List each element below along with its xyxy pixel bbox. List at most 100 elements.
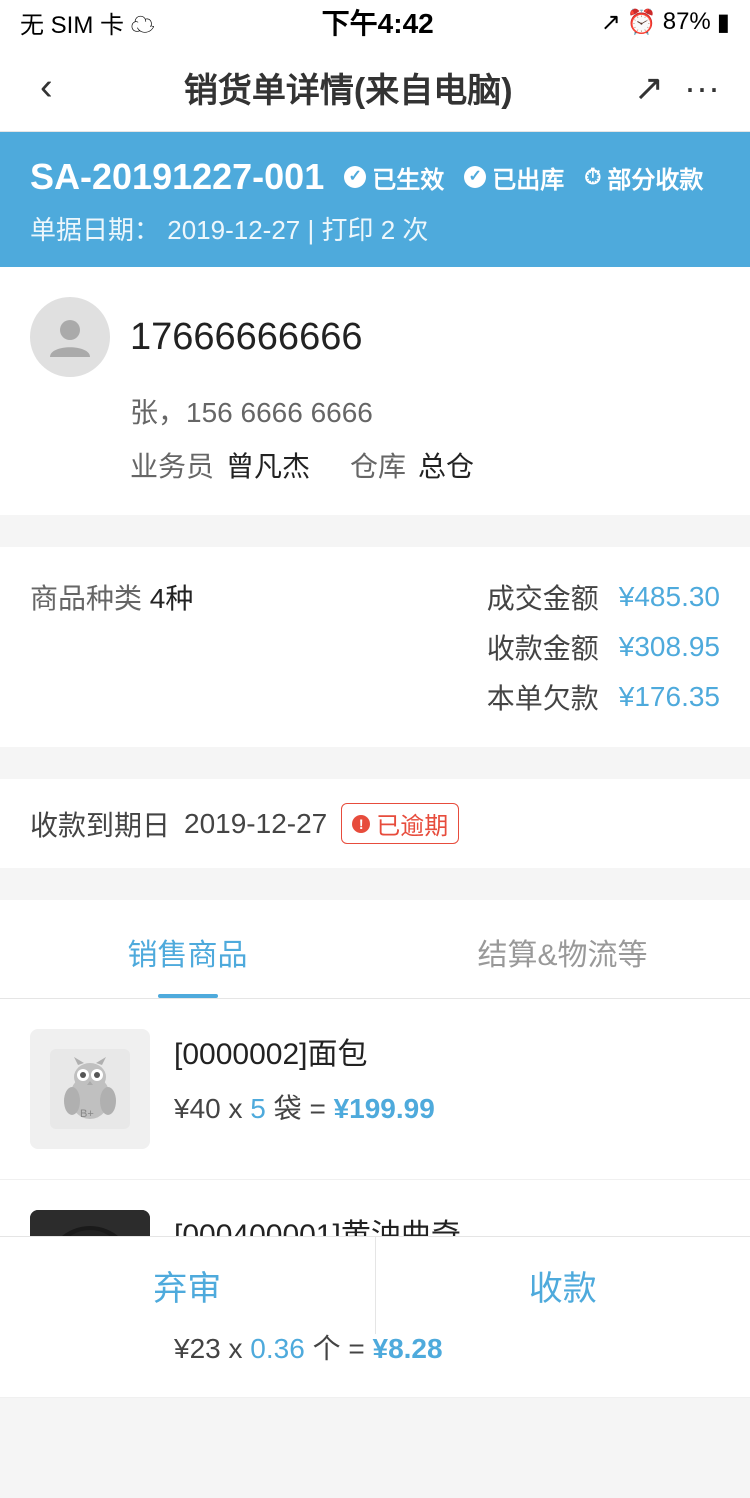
- check-icon-1: ✓: [344, 166, 366, 188]
- order-number-row: SA-20191227-001 ✓ 已生效 ✓ 已出库 ⏱ 部分收款: [30, 156, 720, 198]
- eq-2: =: [348, 1333, 372, 1364]
- clock-icon: ⏱: [584, 164, 601, 190]
- status-left: 无 SIM 卡 ☁: [20, 5, 155, 40]
- order-header: SA-20191227-001 ✓ 已生效 ✓ 已出库 ⏱ 部分收款 单据日期：…: [0, 132, 750, 267]
- owed-amount-row: 本单欠款 ¥176.35: [487, 677, 720, 717]
- product-thumb-1: B+: [30, 1029, 150, 1149]
- deal-amount-value: ¥485.30: [619, 581, 720, 613]
- salesperson-label: 业务员: [130, 445, 214, 485]
- status-shipped: ✓ 已出库: [464, 160, 564, 195]
- cancel-review-button[interactable]: 弃审: [0, 1237, 376, 1334]
- status-bar: 无 SIM 卡 ☁ 下午4:42 ↗ ⏰ 87% ▮: [0, 0, 750, 44]
- price-value-2: ¥23: [174, 1333, 221, 1364]
- status-shipped-label: 已出库: [492, 160, 564, 195]
- warehouse-label: 仓库: [350, 445, 406, 485]
- status-time: 下午4:42: [322, 2, 434, 42]
- salesperson-value: 曾凡杰: [226, 445, 310, 485]
- owed-label: 本单欠款: [487, 677, 599, 717]
- battery-icon: ▮: [717, 8, 730, 37]
- divider-3: [0, 884, 750, 900]
- more-button[interactable]: ···: [684, 67, 720, 109]
- unit-1: 袋: [274, 1093, 302, 1124]
- product-types: 商品种类 4种: [30, 577, 193, 617]
- svg-text:B+: B+: [80, 1108, 94, 1120]
- collect-payment-label: 收款: [529, 1261, 597, 1310]
- bottom-bar: 弃审 收款: [0, 1236, 750, 1334]
- status-partial-label: 部分收款: [607, 160, 703, 195]
- price-sep-2: x: [229, 1333, 251, 1364]
- cancel-review-label: 弃审: [153, 1261, 221, 1310]
- tab-products[interactable]: 销售商品: [0, 900, 375, 998]
- received-amount-row: 收款金额 ¥308.95: [487, 627, 720, 667]
- customer-section: 17666666666 张，156 6666 6666 业务员 曾凡杰 仓库 总…: [0, 267, 750, 515]
- battery-status: 87%: [663, 8, 711, 36]
- status-partial: ⏱ 部分收款: [584, 160, 703, 195]
- salesperson-item: 业务员 曾凡杰: [130, 445, 310, 485]
- total-value-1: ¥199.99: [334, 1093, 435, 1124]
- stats-section: 商品种类 4种 成交金额 ¥485.30 收款金额 ¥308.95 本单欠款 ¥…: [0, 547, 750, 747]
- alarm-icon: ⏰: [627, 8, 657, 37]
- unit-2: 个: [313, 1333, 341, 1364]
- price-sep-1: x: [229, 1093, 251, 1124]
- product-price-1: ¥40 x 5 袋 = ¥199.99: [174, 1087, 720, 1127]
- qty-value-2: 0.36: [250, 1333, 305, 1364]
- date-value: 2019-12-27: [167, 215, 300, 245]
- location-icon: ↗: [601, 8, 621, 37]
- received-label: 收款金额: [487, 627, 599, 667]
- overdue-label: 已逾期: [376, 806, 448, 841]
- back-icon: ‹: [40, 66, 53, 108]
- tab-products-label: 销售商品: [128, 939, 248, 972]
- qty-value-1: 5: [250, 1093, 266, 1124]
- date-label: 单据日期：: [30, 215, 160, 245]
- print-label: 打印: [321, 215, 373, 245]
- status-effective: ✓ 已生效: [344, 160, 444, 195]
- sim-status: 无 SIM 卡 ☁: [20, 5, 155, 40]
- avatar-icon: [45, 312, 95, 362]
- collect-payment-button[interactable]: 收款: [376, 1237, 750, 1334]
- nav-bar: ‹ 销货单详情(来自电脑) ↗ ···: [0, 44, 750, 132]
- products-list: B+ [0000002]面包 ¥40 x 5 袋 = ¥199.99: [0, 999, 750, 1398]
- customer-avatar: [30, 297, 110, 377]
- amounts: 成交金额 ¥485.30 收款金额 ¥308.95 本单欠款 ¥176.35: [487, 577, 720, 717]
- product-item-1: B+ [0000002]面包 ¥40 x 5 袋 = ¥199.99: [0, 999, 750, 1180]
- owed-amount-value: ¥176.35: [619, 681, 720, 713]
- divider-1: [0, 531, 750, 547]
- order-date-row: 单据日期： 2019-12-27 | 打印 2 次: [30, 210, 720, 247]
- due-date-value: 2019-12-27: [184, 808, 327, 840]
- back-button[interactable]: ‹: [30, 56, 63, 119]
- warehouse-item: 仓库 总仓: [350, 445, 474, 485]
- owl-icon: B+: [50, 1049, 130, 1129]
- tab-settlement-label: 结算&物流等: [477, 939, 647, 972]
- total-value-2: ¥8.28: [373, 1333, 443, 1364]
- deal-amount-row: 成交金额 ¥485.30: [487, 577, 720, 617]
- product-types-label: 商品种类: [30, 583, 142, 614]
- product-types-count: 4种: [150, 583, 194, 614]
- print-separator: |: [307, 215, 321, 245]
- print-suffix: 次: [402, 215, 428, 245]
- eq-1: =: [309, 1093, 333, 1124]
- overdue-badge: ! 已逾期: [341, 803, 459, 844]
- price-value-1: ¥40: [174, 1093, 221, 1124]
- due-date-label: 收款到期日: [30, 804, 170, 844]
- deal-amount-label: 成交金额: [487, 577, 599, 617]
- customer-meta: 业务员 曾凡杰 仓库 总仓: [130, 445, 720, 485]
- status-right: ↗ ⏰ 87% ▮: [601, 8, 730, 37]
- tab-settlement[interactable]: 结算&物流等: [375, 900, 750, 998]
- status-effective-label: 已生效: [372, 160, 444, 195]
- customer-contact: 张，156 6666 6666: [130, 391, 720, 431]
- customer-account: 17666666666: [130, 316, 362, 359]
- nav-actions: ↗ ···: [634, 67, 720, 109]
- overdue-icon: !: [352, 815, 370, 833]
- order-number: SA-20191227-001: [30, 156, 324, 198]
- page-title: 销货单详情(来自电脑): [63, 63, 634, 112]
- warehouse-value: 总仓: [418, 445, 474, 485]
- check-icon-2: ✓: [464, 166, 486, 188]
- received-amount-value: ¥308.95: [619, 631, 720, 663]
- print-count: 2: [381, 215, 395, 245]
- due-date-section: 收款到期日 2019-12-27 ! 已逾期: [0, 779, 750, 868]
- divider-2: [0, 763, 750, 779]
- share-button[interactable]: ↗: [634, 67, 664, 109]
- product-info-1: [0000002]面包 ¥40 x 5 袋 = ¥199.99: [174, 1029, 720, 1127]
- tabs: 销售商品 结算&物流等: [0, 900, 750, 999]
- product-name-1: [0000002]面包: [174, 1029, 720, 1073]
